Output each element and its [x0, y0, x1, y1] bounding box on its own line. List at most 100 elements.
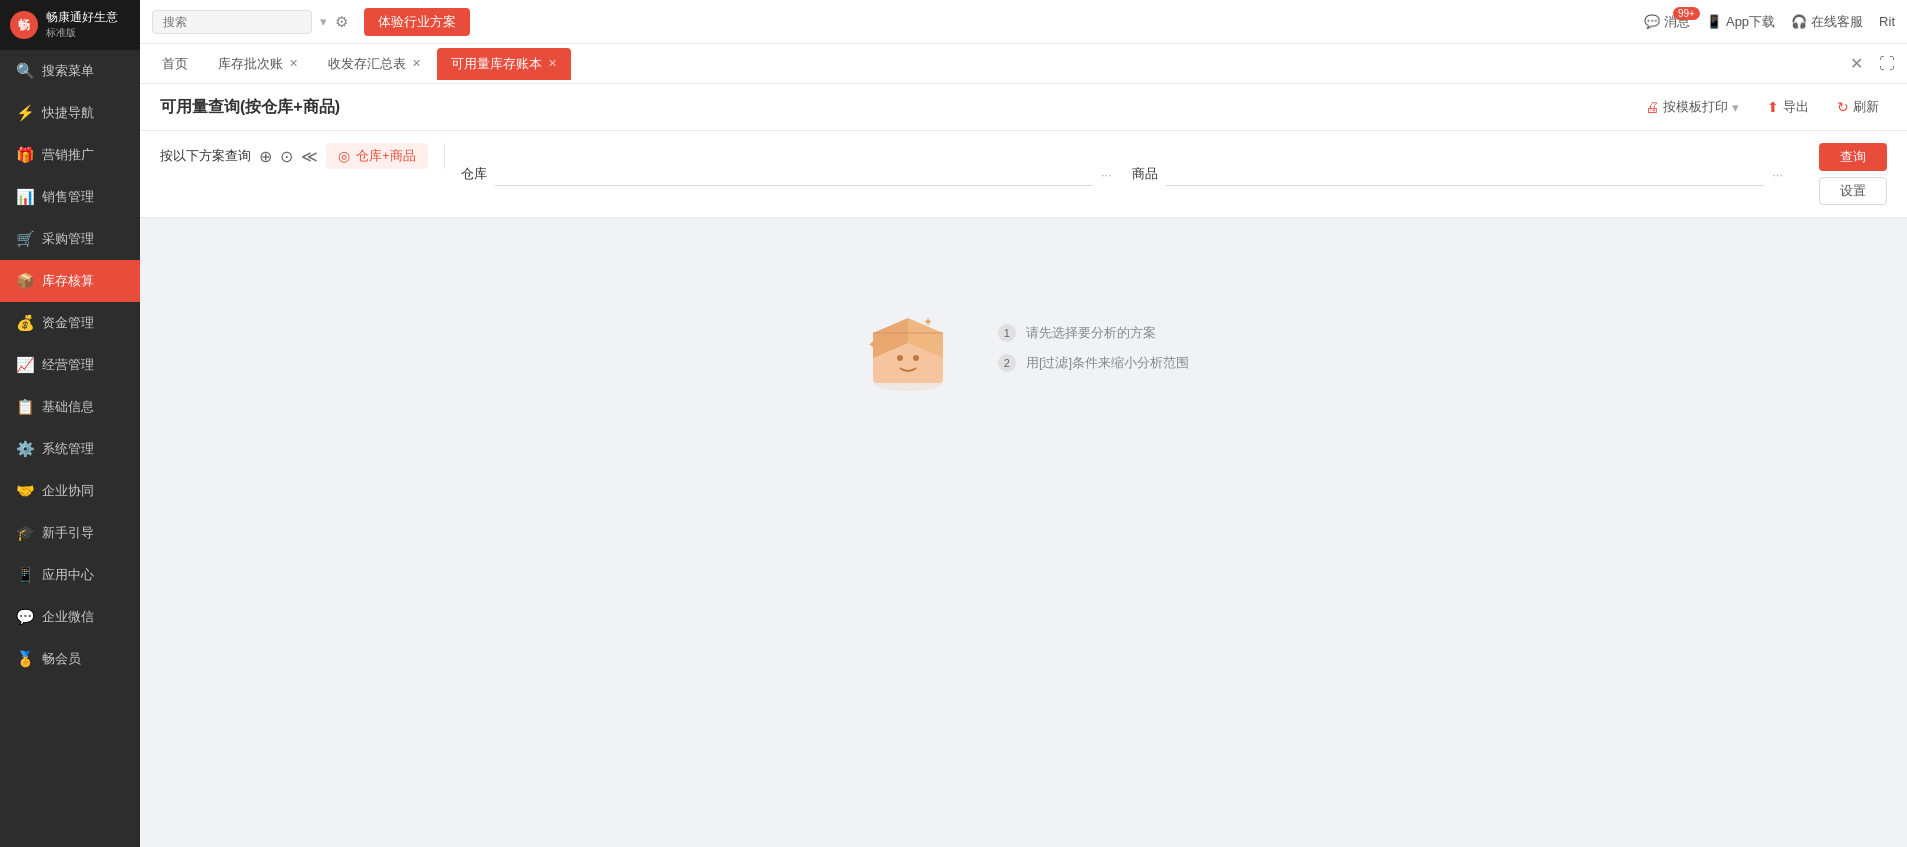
- warehouse-more-btn[interactable]: ···: [1101, 167, 1112, 182]
- sidebar-item-label: 经营管理: [42, 356, 94, 374]
- empty-tip-1: 1 请先选择要分析的方案: [998, 324, 1189, 342]
- basicinfo-icon: 📋: [16, 398, 34, 416]
- service-label: 在线客服: [1811, 13, 1863, 31]
- user-profile[interactable]: Rit: [1879, 14, 1895, 29]
- tab-receipt-summary-label: 收发存汇总表: [328, 55, 406, 73]
- sidebar-item-label: 应用中心: [42, 566, 94, 584]
- sidebar-item-appcenter[interactable]: 📱 应用中心: [0, 554, 140, 596]
- export-icon: ⬆: [1767, 99, 1779, 115]
- sidebar-item-system[interactable]: ⚙️ 系统管理: [0, 428, 140, 470]
- tabs-controls: ✕ ⛶: [1846, 50, 1899, 77]
- settings-button[interactable]: 设置: [1819, 177, 1887, 205]
- search-dropdown-icon[interactable]: ▾: [320, 14, 327, 29]
- online-service-btn[interactable]: 🎧 在线客服: [1791, 13, 1863, 31]
- sidebar-item-label: 畅会员: [42, 650, 81, 668]
- sidebar-item-marketing[interactable]: 🎁 营销推广: [0, 134, 140, 176]
- system-icon: ⚙️: [16, 440, 34, 458]
- print-icon: 🖨: [1645, 99, 1659, 115]
- expand-tab-btn[interactable]: ⛶: [1875, 51, 1899, 77]
- tabs-bar: 首页 库存批次账 ✕ 收发存汇总表 ✕ 可用量库存账本 ✕ ✕ ⛶: [140, 44, 1907, 84]
- main-area: ▾ ⚙ 体验行业方案 💬 消息 99+ 📱 App下载 🎧 在线客服 Rit: [140, 0, 1907, 847]
- tab-receipt-summary-close[interactable]: ✕: [412, 57, 421, 70]
- refresh-label: 刷新: [1853, 98, 1879, 116]
- sidebar-item-inventory[interactable]: 📦 库存核算: [0, 260, 140, 302]
- filter-section-label: 按以下方案查询: [160, 147, 251, 165]
- sidebar-item-basicinfo[interactable]: 📋 基础信息: [0, 386, 140, 428]
- warehouse-label: 仓库: [461, 165, 487, 183]
- query-button[interactable]: 查询: [1819, 143, 1887, 171]
- finance-icon: 💰: [16, 314, 34, 332]
- tab-batch-ledger[interactable]: 库存批次账 ✕: [204, 48, 312, 80]
- export-label: 导出: [1783, 98, 1809, 116]
- scheme-settings-btn[interactable]: ⊙: [280, 147, 293, 166]
- tab-home[interactable]: 首页: [148, 48, 202, 80]
- sidebar-item-search[interactable]: 🔍 搜索菜单: [0, 50, 140, 92]
- message-icon: 💬: [1644, 14, 1660, 29]
- goods-label: 商品: [1132, 165, 1158, 183]
- tip-text-1: 请先选择要分析的方案: [1026, 324, 1156, 342]
- warehouse-input[interactable]: [495, 162, 1093, 186]
- sidebar-item-finance[interactable]: 💰 资金管理: [0, 302, 140, 344]
- refresh-btn[interactable]: ↻ 刷新: [1829, 94, 1887, 120]
- sidebar-item-operations[interactable]: 📈 经营管理: [0, 344, 140, 386]
- tab-available-ledger[interactable]: 可用量库存账本 ✕: [437, 48, 571, 80]
- tab-receipt-summary[interactable]: 收发存汇总表 ✕: [314, 48, 435, 80]
- page-header: 可用量查询(按仓库+商品) 🖨 按模板打印 ▾ ⬆ 导出 ↻ 刷新: [140, 84, 1907, 131]
- scheme-collapse-btn[interactable]: ≪: [301, 147, 318, 166]
- sidebar-item-quicknav[interactable]: ⚡ 快捷导航: [0, 92, 140, 134]
- search-icon: 🔍: [16, 62, 34, 80]
- sidebar-item-label: 资金管理: [42, 314, 94, 332]
- sidebar-item-label: 营销推广: [42, 146, 94, 164]
- sidebar-item-label: 系统管理: [42, 440, 94, 458]
- corpwechat-icon: 💬: [16, 608, 34, 626]
- export-btn[interactable]: ⬆ 导出: [1759, 94, 1817, 120]
- add-scheme-btn[interactable]: ⊕: [259, 147, 272, 166]
- scheme-label: 仓库+商品: [356, 147, 416, 165]
- tip-text-2: 用[过滤]条件来缩小分析范围: [1026, 354, 1189, 372]
- svg-text:✦: ✦: [868, 339, 876, 350]
- empty-state-inner: ✦ ✦ ✦ 1 请先选择要分析的方案 2 用[过滤]条件来缩小分析范围: [858, 298, 1189, 398]
- user-label: Rit: [1879, 14, 1895, 29]
- svg-point-5: [897, 355, 903, 361]
- sidebar-item-label: 销售管理: [42, 188, 94, 206]
- tab-batch-ledger-close[interactable]: ✕: [289, 57, 298, 70]
- filter-action-buttons: 查询 设置: [1819, 143, 1887, 205]
- tab-available-ledger-close[interactable]: ✕: [548, 57, 557, 70]
- close-tab-btn[interactable]: ✕: [1846, 50, 1867, 77]
- sidebar-item-purchase[interactable]: 🛒 采购管理: [0, 218, 140, 260]
- sidebar-item-enterprise[interactable]: 🤝 企业协同: [0, 470, 140, 512]
- marketing-icon: 🎁: [16, 146, 34, 164]
- page-title: 可用量查询(按仓库+商品): [160, 97, 340, 118]
- tab-available-ledger-label: 可用量库存账本: [451, 55, 542, 73]
- app-download-icon: 📱: [1706, 14, 1722, 29]
- sidebar-header: 畅 畅康通好生意 标准版: [0, 0, 140, 50]
- app-download-btn[interactable]: 📱 App下载: [1706, 13, 1775, 31]
- goods-input[interactable]: [1166, 162, 1764, 186]
- sidebar-item-label: 快捷导航: [42, 104, 94, 122]
- topbar: ▾ ⚙ 体验行业方案 💬 消息 99+ 📱 App下载 🎧 在线客服 Rit: [140, 0, 1907, 44]
- sidebar-item-sales[interactable]: 📊 销售管理: [0, 176, 140, 218]
- sidebar-item-newguide[interactable]: 🎓 新手引导: [0, 512, 140, 554]
- print-btn[interactable]: 🖨 按模板打印 ▾: [1637, 94, 1747, 120]
- sidebar-item-label: 新手引导: [42, 524, 94, 542]
- filter-warehouse-field: 仓库 ···: [461, 162, 1112, 186]
- sidebar-item-corpwechat[interactable]: 💬 企业微信: [0, 596, 140, 638]
- tip-num-2: 2: [998, 354, 1016, 372]
- print-dropdown-icon[interactable]: ▾: [1732, 100, 1739, 115]
- message-btn[interactable]: 💬 消息 99+: [1644, 13, 1690, 31]
- search-input[interactable]: [152, 10, 312, 34]
- app-title: 畅康通好生意: [46, 10, 118, 26]
- sidebar-item-label: 企业协同: [42, 482, 94, 500]
- page-actions: 🖨 按模板打印 ▾ ⬆ 导出 ↻ 刷新: [1637, 94, 1887, 120]
- scheme-warehouse-goods[interactable]: ◎ 仓库+商品: [326, 143, 428, 169]
- sidebar-item-label: 库存核算: [42, 272, 94, 290]
- goods-more-btn[interactable]: ···: [1772, 167, 1783, 182]
- tab-home-label: 首页: [162, 55, 188, 73]
- sidebar-item-membership[interactable]: 🏅 畅会员: [0, 638, 140, 680]
- newguide-icon: 🎓: [16, 524, 34, 542]
- empty-box-illustration: ✦ ✦ ✦: [858, 298, 958, 398]
- inventory-icon: 📦: [16, 272, 34, 290]
- settings-icon[interactable]: ⚙: [335, 13, 348, 31]
- industry-btn[interactable]: 体验行业方案: [364, 8, 470, 36]
- sidebar-item-label: 搜索菜单: [42, 62, 94, 80]
